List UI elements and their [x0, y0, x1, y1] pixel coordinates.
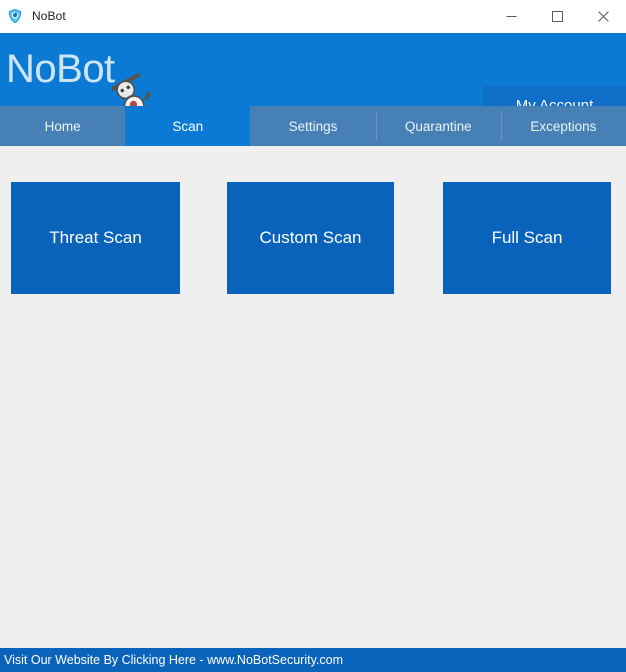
close-icon — [597, 10, 609, 22]
brand-header: NoBot My Account — [0, 33, 626, 126]
scan-panel: Threat Scan Custom Scan Full Scan — [0, 146, 626, 648]
shield-icon — [7, 8, 23, 24]
threat-scan-label: Threat Scan — [49, 228, 142, 247]
tab-scan[interactable]: Scan — [125, 106, 251, 146]
tab-settings[interactable]: Settings — [250, 106, 375, 146]
tab-exceptions[interactable]: Exceptions — [500, 106, 626, 146]
tab-scan-label: Scan — [172, 118, 204, 134]
navigation-tabs: Home Scan Settings Quarantine Exceptions — [0, 106, 626, 146]
title-bar: NoBot — [0, 0, 626, 33]
custom-scan-label: Custom Scan — [259, 228, 362, 247]
tab-home-label: Home — [44, 118, 81, 134]
tab-home[interactable]: Home — [0, 106, 125, 146]
close-button[interactable] — [580, 0, 626, 32]
maximize-icon — [551, 10, 563, 22]
window-title: NoBot — [32, 9, 66, 23]
full-scan-label: Full Scan — [491, 228, 563, 247]
application-window: NoBot NoBot My Account Home Scan Setting… — [0, 0, 626, 672]
full-scan-button[interactable]: Full Scan — [443, 182, 611, 294]
maximize-button[interactable] — [534, 0, 580, 32]
brand-logo-text: NoBot — [6, 47, 115, 91]
status-bar-website-link[interactable]: Visit Our Website By Clicking Here - www… — [0, 648, 626, 672]
custom-scan-button[interactable]: Custom Scan — [227, 182, 394, 294]
threat-scan-button[interactable]: Threat Scan — [11, 182, 180, 294]
scan-options-row: Threat Scan Custom Scan Full Scan — [0, 182, 626, 294]
minimize-button[interactable] — [488, 0, 534, 32]
minimize-icon — [506, 15, 516, 17]
tab-quarantine[interactable]: Quarantine — [375, 106, 501, 146]
tab-quarantine-label: Quarantine — [404, 118, 472, 134]
tab-settings-label: Settings — [288, 118, 338, 134]
tab-exceptions-label: Exceptions — [530, 118, 597, 134]
window-controls — [488, 0, 626, 32]
status-bar-text: Visit Our Website By Clicking Here - www… — [4, 653, 343, 667]
